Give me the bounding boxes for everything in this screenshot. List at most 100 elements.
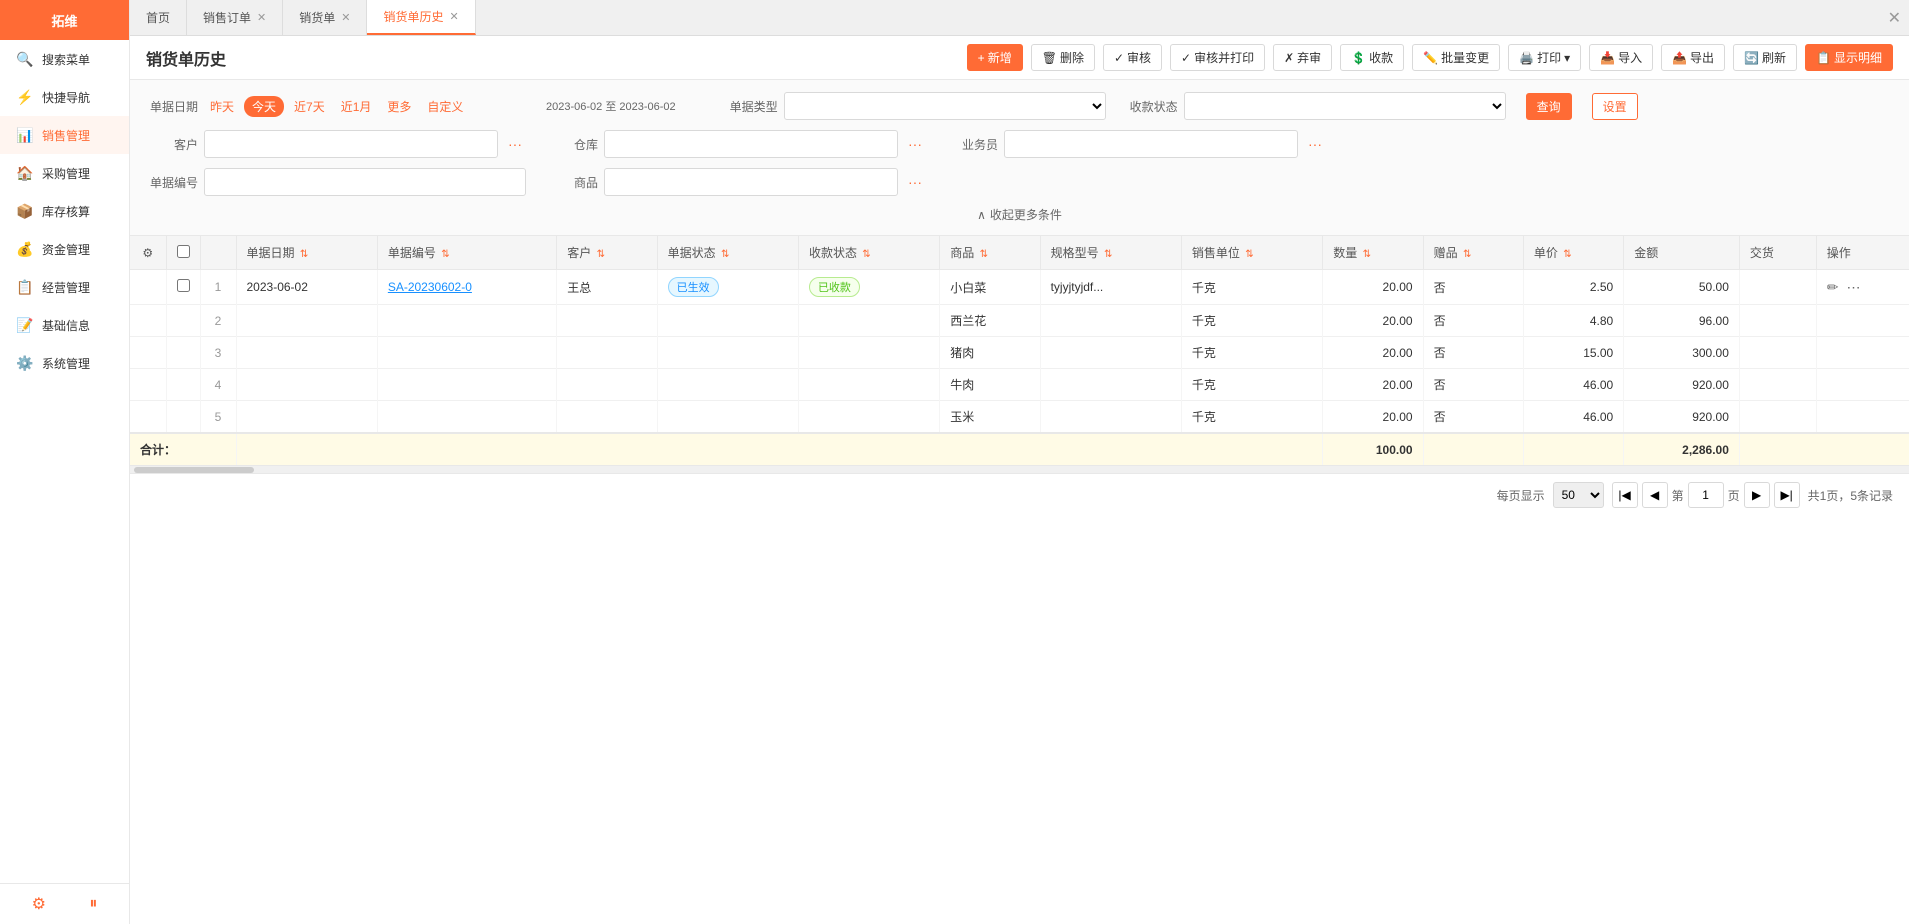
- export-button[interactable]: 📤 导出: [1661, 44, 1725, 71]
- sidebar-settings-icon[interactable]: ⚙: [32, 894, 46, 914]
- payment-status-select[interactable]: [1184, 92, 1506, 120]
- query-button[interactable]: 查询: [1526, 93, 1572, 120]
- tab-sales-history[interactable]: 销货单历史 ✕: [367, 0, 475, 35]
- col-spec[interactable]: 规格型号 ⇅: [1040, 236, 1181, 270]
- discard-button[interactable]: ✗ 弃审: [1273, 44, 1332, 71]
- row-unit: 千克: [1181, 270, 1322, 305]
- doc-num-input[interactable]: [204, 168, 526, 196]
- 7days-btn[interactable]: 近7天: [288, 96, 331, 117]
- sidebar-item-inventory[interactable]: 📦 库存核算: [0, 192, 129, 230]
- row-checkbox[interactable]: [166, 401, 200, 434]
- col-customer[interactable]: 客户 ⇅: [557, 236, 657, 270]
- page-input[interactable]: [1688, 482, 1724, 508]
- delete-button[interactable]: 🗑 删除: [1031, 44, 1095, 71]
- filter-row-2: 客户 ··· 仓库 ··· 业务员 ···: [146, 130, 1893, 158]
- more-btn[interactable]: 更多: [381, 96, 417, 117]
- row-spec: [1040, 305, 1181, 337]
- inventory-icon: 📦: [16, 202, 34, 220]
- row-checkbox[interactable]: [166, 305, 200, 337]
- col-checkbox[interactable]: [166, 236, 200, 270]
- col-price[interactable]: 单价 ⇅: [1523, 236, 1623, 270]
- refresh-button[interactable]: 🔄 刷新: [1733, 44, 1797, 71]
- tab-home[interactable]: 首页: [130, 0, 187, 35]
- collapse-button[interactable]: ∧ 收起更多条件: [977, 206, 1062, 223]
- col-docstatus[interactable]: 单据状态 ⇅: [657, 236, 798, 270]
- batch-change-button[interactable]: ✏️ 批量变更: [1412, 44, 1500, 71]
- more-action-icon[interactable]: ⋯: [1847, 279, 1861, 296]
- tab-sales-order[interactable]: 销售订单 ✕: [187, 0, 283, 35]
- sidebar-item-purchase[interactable]: 🏠 采购管理: [0, 154, 129, 192]
- import-button[interactable]: 📥 导入: [1589, 44, 1653, 71]
- show-detail-button[interactable]: 📋 显示明细: [1805, 44, 1893, 71]
- tab-sales-order-close[interactable]: ✕: [257, 11, 266, 24]
- custom-btn[interactable]: 自定义: [421, 96, 469, 117]
- row-checkbox[interactable]: [166, 337, 200, 369]
- scroll-thumb[interactable]: [134, 467, 254, 473]
- doc-num-link[interactable]: SA-20230602-0: [388, 280, 472, 294]
- goods-input[interactable]: [604, 168, 898, 196]
- col-rownum: [200, 236, 236, 270]
- staff-ellipsis[interactable]: ···: [1304, 136, 1326, 152]
- row-checkbox[interactable]: [166, 270, 200, 305]
- staff-input[interactable]: [1004, 130, 1298, 158]
- col-qty[interactable]: 数量 ⇅: [1323, 236, 1423, 270]
- settings-filter-button[interactable]: 设置: [1592, 93, 1638, 120]
- sidebar-collapse-icon[interactable]: ⏸: [89, 895, 97, 913]
- sidebar-item-quicknav[interactable]: ⚡ 快捷导航: [0, 78, 129, 116]
- warehouse-ellipsis[interactable]: ···: [904, 136, 926, 152]
- row-paystatus: [798, 337, 939, 369]
- page-label-end: 页: [1728, 487, 1740, 504]
- date-range-display: 2023-06-02 至 2023-06-02: [546, 98, 676, 114]
- new-icon: +: [978, 51, 985, 65]
- tab-sales-goods[interactable]: 销货单 ✕: [283, 0, 367, 35]
- print-button[interactable]: 🖨️ 打印 ▾: [1508, 44, 1581, 71]
- today-btn[interactable]: 今天: [244, 96, 284, 117]
- sidebar-item-system[interactable]: ⚙️ 系统管理: [0, 344, 129, 382]
- prev-page-button[interactable]: ◀: [1642, 482, 1668, 508]
- tab-sales-goods-close[interactable]: ✕: [341, 11, 350, 24]
- col-docnum[interactable]: 单据编号 ⇅: [377, 236, 556, 270]
- 1month-btn[interactable]: 近1月: [335, 96, 378, 117]
- system-icon: ⚙️: [16, 354, 34, 372]
- next-page-button[interactable]: ▶: [1744, 482, 1770, 508]
- goods-ellipsis[interactable]: ···: [904, 174, 926, 190]
- row-customer: [557, 369, 657, 401]
- col-paystatus[interactable]: 收款状态 ⇅: [798, 236, 939, 270]
- select-all-checkbox[interactable]: [177, 245, 190, 258]
- sidebar-item-basic[interactable]: 📝 基础信息: [0, 306, 129, 344]
- tab-sales-history-close[interactable]: ✕: [450, 10, 459, 23]
- sidebar-item-search[interactable]: 🔍 搜索菜单: [0, 40, 129, 78]
- warehouse-input[interactable]: [604, 130, 898, 158]
- sidebar-item-operation[interactable]: 📋 经营管理: [0, 268, 129, 306]
- col-date[interactable]: 单据日期 ⇅: [236, 236, 377, 270]
- close-all-button[interactable]: ✕: [1888, 8, 1901, 28]
- horizontal-scrollbar[interactable]: [130, 465, 1909, 473]
- yesterday-btn[interactable]: 昨天: [204, 96, 240, 117]
- quicknav-icon: ⚡: [16, 88, 34, 106]
- new-button[interactable]: + 新增: [967, 44, 1023, 71]
- per-page-select[interactable]: 50 100 200: [1553, 482, 1604, 508]
- audit-print-button[interactable]: ✓ 审核并打印: [1170, 44, 1265, 71]
- row-docnum[interactable]: SA-20230602-0: [377, 270, 556, 305]
- col-unit[interactable]: 销售单位 ⇅: [1181, 236, 1322, 270]
- customer-input[interactable]: [204, 130, 498, 158]
- sidebar-bottom: ⚙ ⏸: [0, 883, 129, 924]
- sidebar-item-sales[interactable]: 📊 销售管理: [0, 116, 129, 154]
- first-page-button[interactable]: |◀: [1612, 482, 1638, 508]
- receive-button[interactable]: 💲 收款: [1340, 44, 1404, 71]
- edit-icon[interactable]: ✏: [1827, 279, 1839, 296]
- row-checkbox[interactable]: [166, 369, 200, 401]
- row-check[interactable]: [177, 279, 190, 292]
- col-goods[interactable]: 商品 ⇅: [940, 236, 1040, 270]
- row-docnum: [377, 305, 556, 337]
- doc-type-select[interactable]: [784, 92, 1106, 120]
- col-gift[interactable]: 赠品 ⇅: [1423, 236, 1523, 270]
- doc-num-label: 单据编号: [146, 174, 198, 191]
- customer-ellipsis[interactable]: ···: [504, 136, 526, 152]
- last-page-button[interactable]: ▶|: [1774, 482, 1800, 508]
- sidebar-item-finance[interactable]: 💰 资金管理: [0, 230, 129, 268]
- col-settings[interactable]: ⚙: [130, 236, 166, 270]
- main-content: 首页 销售订单 ✕ 销货单 ✕ 销货单历史 ✕ ✕ 销货单历史 + 新增: [130, 0, 1909, 924]
- summary-total-qty: 100.00: [1323, 433, 1423, 465]
- audit-button[interactable]: ✓ 审核: [1103, 44, 1162, 71]
